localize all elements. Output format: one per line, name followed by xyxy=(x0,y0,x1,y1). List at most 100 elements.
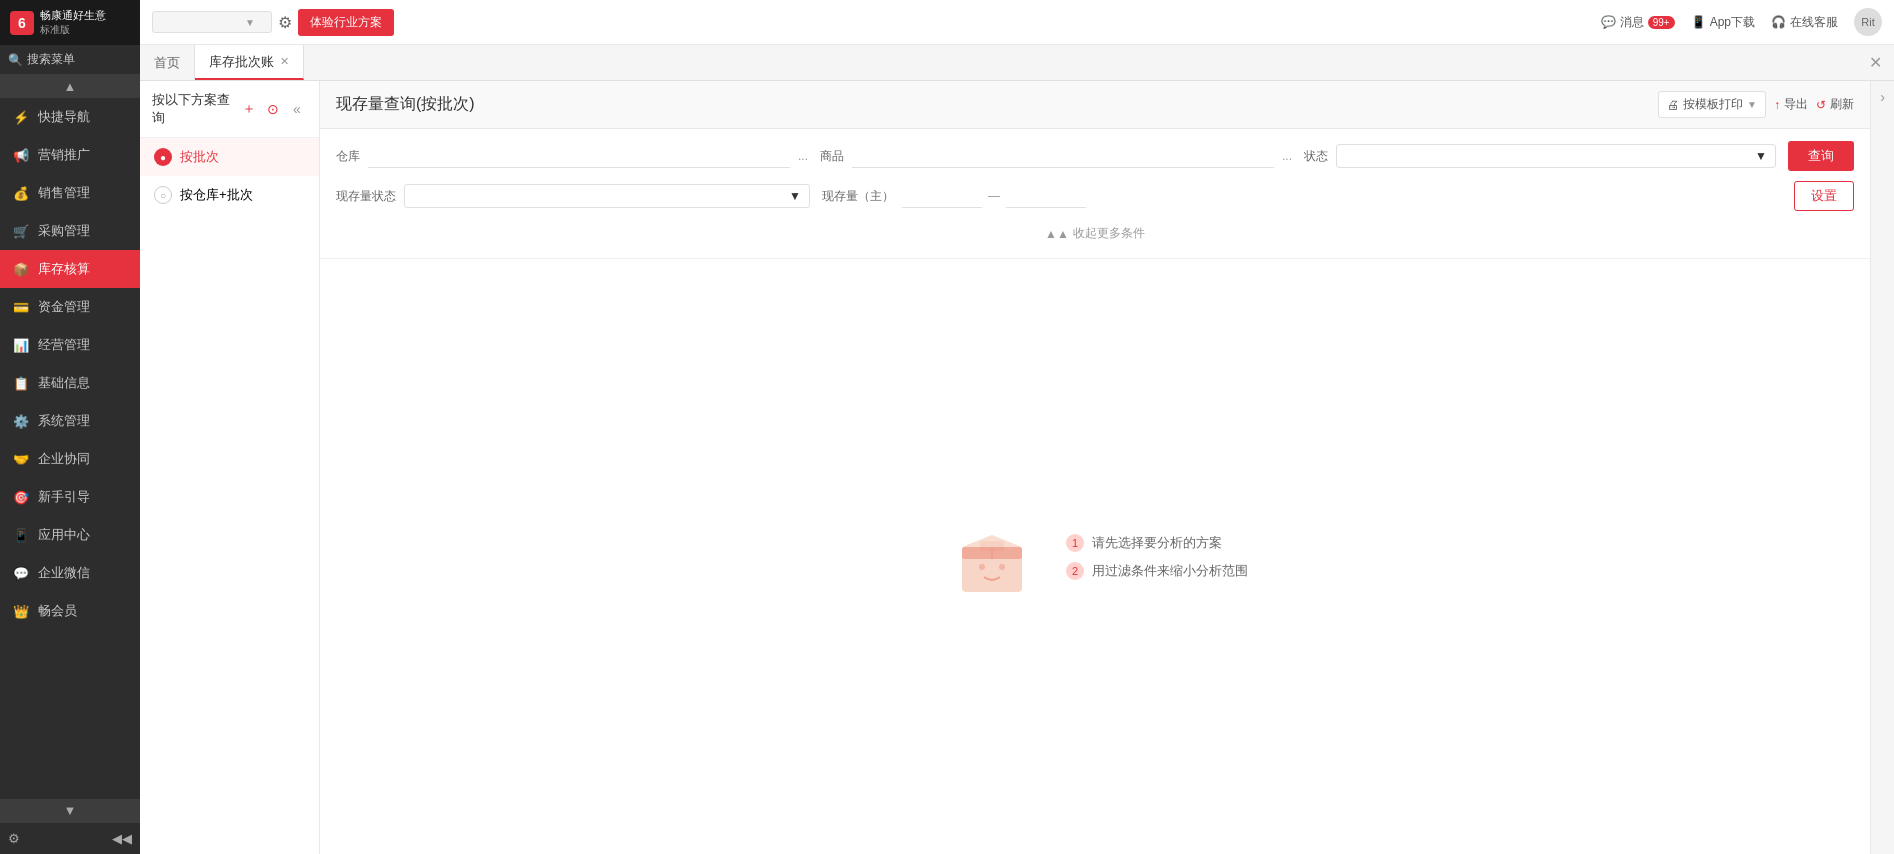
plan-item-by-warehouse-batch[interactable]: ○ 按仓库+批次 xyxy=(140,176,319,214)
sidebar-item-operations[interactable]: 📊 经营管理 xyxy=(0,326,140,364)
filter-area: 仓库 ... 商品 ... 状态 ▼ xyxy=(320,129,1870,259)
left-panel-actions: ＋ ⊙ « xyxy=(239,99,307,119)
tip-text-1: 请先选择要分析的方案 xyxy=(1092,534,1222,552)
warehouse-input[interactable] xyxy=(368,145,790,168)
collapse-conditions-button[interactable]: ▲▲ 收起更多条件 xyxy=(336,221,1854,246)
filter-row-1: 仓库 ... 商品 ... 状态 ▼ xyxy=(336,141,1854,171)
left-panel-header: 按以下方案查询 ＋ ⊙ « xyxy=(140,81,319,138)
finance-icon: 💳 xyxy=(12,298,30,316)
settings-topbar-icon[interactable]: ⚙ xyxy=(278,13,292,32)
sidebar-item-label: 新手引导 xyxy=(38,488,90,506)
settings-icon[interactable]: ⚙ xyxy=(8,831,20,846)
plan-dot-inactive: ○ xyxy=(154,186,172,204)
add-plan-button[interactable]: ＋ xyxy=(239,99,259,119)
query-button[interactable]: 查询 xyxy=(1788,141,1854,171)
sidebar-item-enterprise[interactable]: 🤝 企业协同 xyxy=(0,440,140,478)
sidebar-item-inventory[interactable]: 📦 库存核算 xyxy=(0,250,140,288)
app-logo: 6 xyxy=(10,11,34,35)
product-dots[interactable]: ... xyxy=(1282,149,1292,163)
sidebar-item-basic[interactable]: 📋 基础信息 xyxy=(0,364,140,402)
product-input[interactable] xyxy=(852,145,1274,168)
message-item[interactable]: 💬 消息 99+ xyxy=(1601,14,1675,31)
product-filter: 商品 ... xyxy=(820,145,1292,168)
sidebar-scroll-up[interactable]: ▲ xyxy=(0,75,140,98)
page-title: 现存量查询(按批次) xyxy=(336,94,475,115)
sidebar-item-label: 系统管理 xyxy=(38,412,90,430)
sidebar: 6 畅康通好生意 标准版 🔍 搜索菜单 ▲ ⚡ 快捷导航 📢 营销推广 💰 销售… xyxy=(0,0,140,854)
avatar: Rit xyxy=(1854,8,1882,36)
page-header: 现存量查询(按批次) 🖨 按模板打印 ▼ ↑ 导出 ↺ 刷新 xyxy=(320,81,1870,129)
sidebar-nav: ⚡ 快捷导航 📢 营销推广 💰 销售管理 🛒 采购管理 📦 库存核算 💳 资金管… xyxy=(0,98,140,799)
print-button[interactable]: 🖨 按模板打印 ▼ xyxy=(1658,91,1766,118)
tab-home[interactable]: 首页 xyxy=(140,45,195,80)
plan-label: 按仓库+批次 xyxy=(180,186,253,204)
sidebar-item-label: 营销推广 xyxy=(38,146,90,164)
message-icon: 💬 xyxy=(1601,15,1616,29)
empty-svg xyxy=(942,507,1042,607)
sidebar-item-newbie[interactable]: 🎯 新手引导 xyxy=(0,478,140,516)
basic-icon: 📋 xyxy=(12,374,30,392)
stock-qty-min[interactable] xyxy=(902,185,982,208)
setting-button[interactable]: 设置 xyxy=(1794,181,1854,211)
right-panel-close[interactable]: › xyxy=(1870,81,1894,854)
tab-home-label: 首页 xyxy=(154,54,180,72)
settings-plan-button[interactable]: ⊙ xyxy=(263,99,283,119)
chevron-down-icon: ▼ xyxy=(789,189,801,203)
user-name: Rit xyxy=(1861,16,1874,28)
sidebar-item-sales[interactable]: 💰 销售管理 xyxy=(0,174,140,212)
operations-icon: 📊 xyxy=(12,336,30,354)
stock-qty-max[interactable] xyxy=(1006,185,1086,208)
warehouse-dots[interactable]: ... xyxy=(798,149,808,163)
export-button[interactable]: ↑ 导出 xyxy=(1774,96,1808,113)
empty-tip-2: 2 用过滤条件来缩小分析范围 xyxy=(1066,562,1248,580)
sidebar-search[interactable]: 🔍 搜索菜单 xyxy=(0,45,140,75)
online-service-item[interactable]: 🎧 在线客服 xyxy=(1771,14,1838,31)
stock-qty-input: — xyxy=(902,185,1086,208)
warehouse-filter: 仓库 ... xyxy=(336,145,808,168)
tip-num-2: 2 xyxy=(1066,562,1084,580)
topbar-search-box[interactable]: ▼ xyxy=(152,11,272,33)
stock-status-label: 现存量状态 xyxy=(336,188,396,205)
sidebar-item-apps[interactable]: 📱 应用中心 xyxy=(0,516,140,554)
sidebar-scroll-down[interactable]: ▼ xyxy=(0,799,140,822)
sidebar-item-label: 畅会员 xyxy=(38,602,77,620)
sidebar-item-label: 经营管理 xyxy=(38,336,90,354)
apps-icon: 📱 xyxy=(12,526,30,544)
sidebar-item-marketing[interactable]: 📢 营销推广 xyxy=(0,136,140,174)
status-select[interactable]: ▼ xyxy=(1336,144,1776,168)
sidebar-item-label: 企业微信 xyxy=(38,564,90,582)
print-label: 按模板打印 xyxy=(1683,96,1743,113)
refresh-button[interactable]: ↺ 刷新 xyxy=(1816,96,1854,113)
topbar-search-input[interactable] xyxy=(161,15,241,29)
chevron-right-icon: › xyxy=(1880,89,1885,105)
sidebar-item-system[interactable]: ⚙️ 系统管理 xyxy=(0,402,140,440)
tab-close-right[interactable]: ✕ xyxy=(1857,45,1894,80)
app-download-item[interactable]: 📱 App下载 xyxy=(1691,14,1755,31)
content-area: 按以下方案查询 ＋ ⊙ « ● 按批次 ○ 按仓库+批次 现存量查询(按批次) xyxy=(140,81,1894,854)
tab-close-icon[interactable]: ✕ xyxy=(280,56,289,67)
svg-point-6 xyxy=(999,564,1005,570)
sidebar-item-purchase[interactable]: 🛒 采购管理 xyxy=(0,212,140,250)
topbar: ▼ ⚙ 体验行业方案 💬 消息 99+ 📱 App下载 🎧 在线客服 Rit xyxy=(140,0,1894,45)
plan-item-by-batch[interactable]: ● 按批次 xyxy=(140,138,319,176)
sidebar-item-quicknav[interactable]: ⚡ 快捷导航 xyxy=(0,98,140,136)
tab-bar: 首页 库存批次账 ✕ ✕ xyxy=(140,45,1894,81)
message-label: 消息 xyxy=(1620,14,1644,31)
sidebar-item-wechat[interactable]: 💬 企业微信 xyxy=(0,554,140,592)
svg-marker-3 xyxy=(962,535,1022,547)
stock-status-select[interactable]: ▼ xyxy=(404,184,810,208)
trial-button[interactable]: 体验行业方案 xyxy=(298,9,394,36)
plan-dot-active: ● xyxy=(154,148,172,166)
collapse-sidebar-icon[interactable]: ◀◀ xyxy=(112,831,132,846)
filter-row-2: 现存量状态 ▼ 现存量（主） — xyxy=(336,181,1854,211)
message-badge: 99+ xyxy=(1648,16,1675,29)
search-label: 搜索菜单 xyxy=(27,51,75,68)
tip-num-1: 1 xyxy=(1066,534,1084,552)
user-item[interactable]: Rit xyxy=(1854,8,1882,36)
sidebar-item-finance[interactable]: 💳 资金管理 xyxy=(0,288,140,326)
tab-batch[interactable]: 库存批次账 ✕ xyxy=(195,45,304,80)
sidebar-item-member[interactable]: 👑 畅会员 xyxy=(0,592,140,630)
empty-tips: 1 请先选择要分析的方案 2 用过滤条件来缩小分析范围 xyxy=(1066,534,1248,580)
collapse-panel-button[interactable]: « xyxy=(287,99,307,119)
headset-icon: 🎧 xyxy=(1771,15,1786,29)
